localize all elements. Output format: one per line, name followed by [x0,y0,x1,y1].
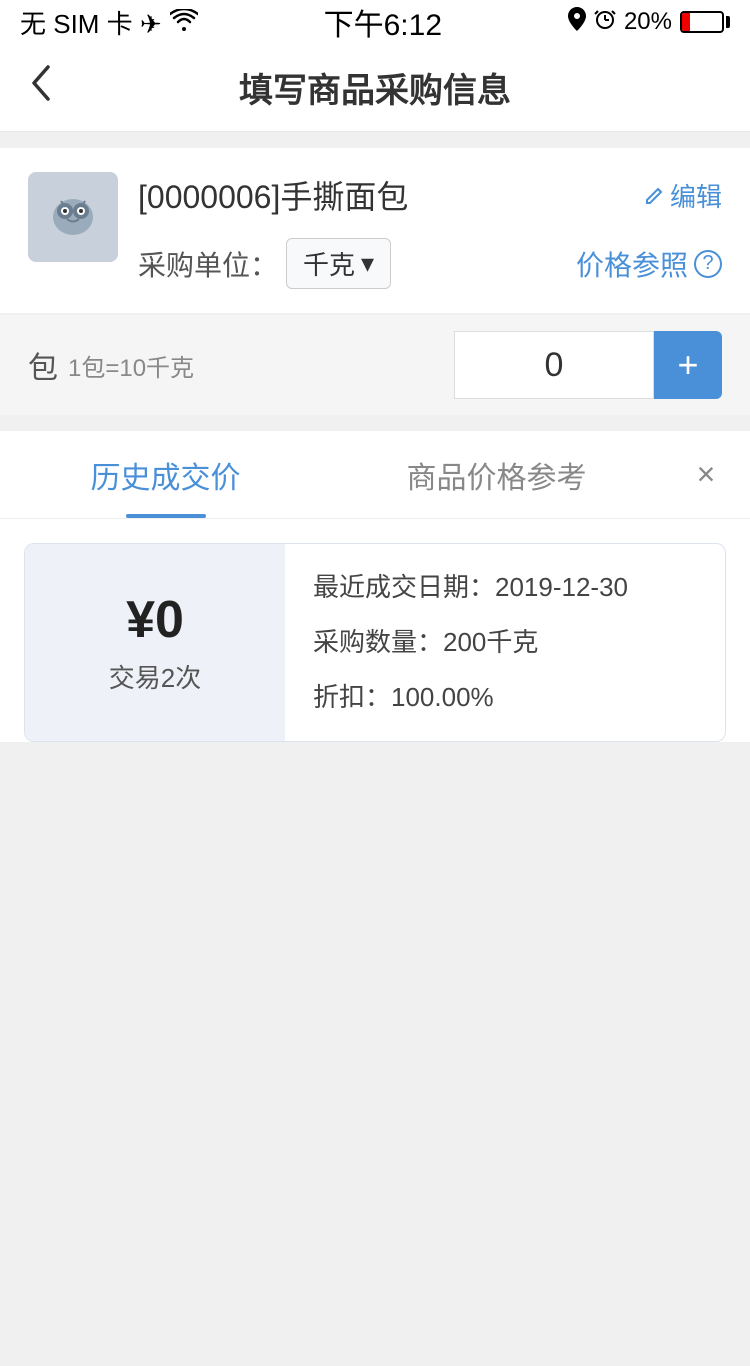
wifi-icon [170,7,198,38]
product-name: [0000006]手撕面包 [138,172,408,218]
tabs-header: 历史成交价 商品价格参考 × [0,431,750,519]
tx-trade-count: 交易2次 [109,658,201,695]
nav-bar: 填写商品采购信息 [0,44,750,132]
tabs-panel: 历史成交价 商品价格参考 × ¥0 交易2次 最近成交日期：2019-12-30… [0,431,750,742]
alarm-icon [594,8,616,37]
status-left: 无 SIM 卡 ✈ [20,4,198,41]
product-info: [0000006]手撕面包 编辑 采购单位： 千克 ▾ 价格参照 ? [138,172,722,289]
tab-active-indicator [126,514,206,518]
tx-price-section: ¥0 交易2次 [25,544,285,741]
transaction-card: ¥0 交易2次 最近成交日期：2019-12-30 采购数量：200千克 折扣：… [24,543,726,742]
tx-price-value: ¥0 [126,590,184,650]
status-time: 下午6:12 [324,0,442,44]
quantity-row: 包 1包=10千克 0 + [0,315,750,415]
unit-label: 采购单位： [138,244,278,284]
tx-detail-section: 最近成交日期：2019-12-30 采购数量：200千克 折扣：100.00% [285,544,725,741]
tab-close-button[interactable]: × [662,431,750,519]
tab-history-price[interactable]: 历史成交价 [0,431,331,518]
page-background [0,766,750,1366]
unit-select[interactable]: 千克 ▾ [286,238,391,289]
help-icon: ? [694,250,722,278]
tx-recent-date: 最近成交日期：2019-12-30 [313,568,697,607]
qty-control: 0 + [454,331,722,399]
sim-label: 无 SIM 卡 ✈ [20,4,162,41]
product-card: [0000006]手撕面包 编辑 采购单位： 千克 ▾ 价格参照 ? [0,148,750,313]
product-thumb-icon [43,183,103,252]
status-bar: 无 SIM 卡 ✈ 下午6:12 20% [0,0,750,44]
status-right: 20% [568,7,730,38]
product-top: [0000006]手撕面包 编辑 采购单位： 千克 ▾ 价格参照 ? [28,172,722,289]
qty-conversion: 1包=10千克 [68,348,194,383]
battery-icon [680,11,730,33]
product-name-row: [0000006]手撕面包 编辑 [138,172,722,218]
tab-product-price-ref[interactable]: 商品价格参考 [331,431,662,518]
product-thumbnail [28,172,118,262]
price-ref-button[interactable]: 价格参照 ? [576,244,722,284]
qty-unit-badge: 包 [28,343,58,387]
chevron-down-icon: ▾ [361,248,374,279]
location-icon [568,7,586,38]
page-title: 填写商品采购信息 [239,63,511,112]
qty-input[interactable]: 0 [454,331,654,399]
qty-unit-info: 包 1包=10千克 [28,343,194,387]
qty-plus-button[interactable]: + [654,331,722,399]
back-button[interactable] [28,63,52,113]
unit-row: 采购单位： 千克 ▾ 价格参照 ? [138,238,722,289]
tx-discount: 折扣：100.00% [313,678,697,717]
edit-button[interactable]: 编辑 [644,177,722,214]
battery-percent: 20% [624,8,672,36]
tx-qty: 采购数量：200千克 [313,623,697,662]
